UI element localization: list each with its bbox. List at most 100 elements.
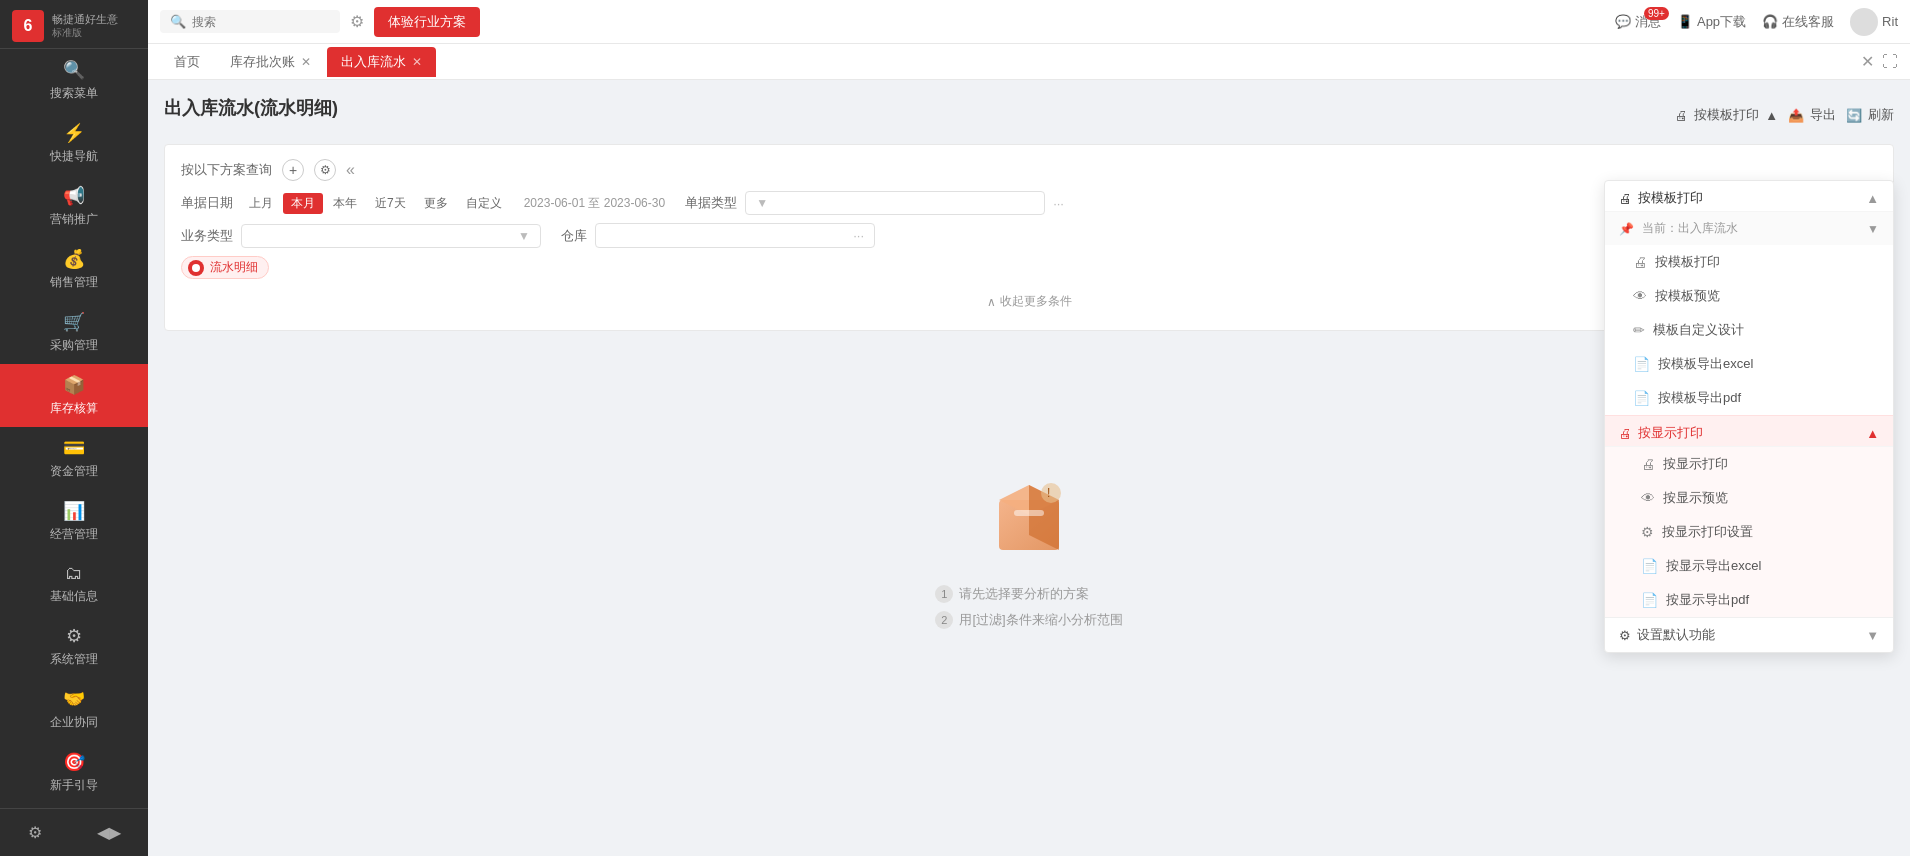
dropdown-template-export-pdf[interactable]: 📄 按模板导出pdf (1605, 381, 1893, 415)
tab-batch[interactable]: 库存批次账 ✕ (216, 47, 325, 77)
sidebar-item-sales[interactable]: 💰 销售管理 (0, 238, 148, 301)
business-type-select[interactable]: ▼ (241, 224, 541, 248)
dropdown-display-export-excel[interactable]: 📄 按显示导出excel (1605, 549, 1893, 583)
sidebar-item-basic[interactable]: 🗂 基础信息 (0, 553, 148, 615)
template-export-excel-label: 按模板导出excel (1658, 355, 1753, 373)
date-tab-more[interactable]: 更多 (416, 193, 456, 214)
tab-batch-close-icon[interactable]: ✕ (301, 55, 311, 69)
search-icon: 🔍 (63, 59, 85, 81)
template-custom-label: 模板自定义设计 (1653, 321, 1744, 339)
topbar-search-box[interactable]: 🔍 (160, 10, 340, 33)
sidebar-item-operation[interactable]: 📊 经营管理 (0, 490, 148, 553)
online-service-label: 在线客服 (1782, 13, 1834, 31)
filter-add-button[interactable]: + (282, 159, 304, 181)
date-tab-custom[interactable]: 自定义 (458, 193, 510, 214)
template-excel-icon: 📄 (1633, 356, 1650, 372)
tab-actions: ✕ ⛶ (1861, 52, 1898, 71)
tab-maximize-button[interactable]: ⛶ (1882, 52, 1898, 71)
sidebar-item-purchase[interactable]: 🛒 采购管理 (0, 301, 148, 364)
sidebar-item-inventory[interactable]: 📦 库存核算 (0, 364, 148, 427)
empty-state-illustration: ! (979, 465, 1079, 565)
guide-icon: 🎯 (63, 751, 85, 773)
template-pdf-icon: 📄 (1633, 390, 1650, 406)
display-section-arrow[interactable]: ▲ (1866, 426, 1879, 441)
condition-tag-liushui[interactable]: 流水明细 (181, 256, 269, 279)
dropdown-display-export-pdf[interactable]: 📄 按显示导出pdf (1605, 583, 1893, 617)
display-section-title: 🖨 按显示打印 (1619, 424, 1703, 442)
date-tab-current-year[interactable]: 本年 (325, 193, 365, 214)
dropdown-footer[interactable]: ⚙ 设置默认功能 ▼ (1605, 617, 1893, 652)
filter-label: 按以下方案查询 (181, 161, 272, 179)
sidebar-item-finance[interactable]: 💳 资金管理 (0, 427, 148, 490)
user-avatar-button[interactable]: Rit (1850, 8, 1898, 36)
doc-type-select[interactable]: ▼ (745, 191, 1045, 215)
warehouse-more-icon[interactable]: ··· (853, 228, 864, 243)
current-label: 当前：出入库流水 (1642, 220, 1738, 237)
sidebar-item-marketing-label: 营销推广 (50, 211, 98, 228)
industry-solution-button[interactable]: 体验行业方案 (374, 7, 480, 37)
system-icon: ⚙ (66, 625, 82, 647)
sidebar-item-shortcut[interactable]: ⚡ 快捷导航 (0, 112, 148, 175)
tab-home[interactable]: 首页 (160, 47, 214, 77)
doctype-more-icon[interactable]: ··· (1053, 196, 1064, 211)
dropdown-display-print-settings[interactable]: ⚙ 按显示打印设置 (1605, 515, 1893, 549)
current-icon: 📌 (1619, 222, 1634, 236)
topbar-gear-icon[interactable]: ⚙ (350, 12, 364, 31)
export-button[interactable]: 📤 导出 (1788, 106, 1836, 124)
sidebar-item-enterprise-label: 企业协同 (50, 714, 98, 731)
warehouse-label: 仓库 (561, 227, 587, 245)
date-tab-current-month[interactable]: 本月 (283, 193, 323, 214)
sidebar-item-marketing[interactable]: 📢 营销推广 (0, 175, 148, 238)
date-tab-last-month[interactable]: 上月 (241, 193, 281, 214)
svg-point-5 (1041, 483, 1061, 503)
message-badge: 99+ (1644, 7, 1669, 20)
dropdown-template-export-excel[interactable]: 📄 按模板导出excel (1605, 347, 1893, 381)
dropdown-display-preview[interactable]: 👁 按显示预览 (1605, 481, 1893, 515)
tab-flow-close-icon[interactable]: ✕ (412, 55, 422, 69)
sidebar-item-search[interactable]: 🔍 搜索菜单 (0, 49, 148, 112)
dropdown-template-custom[interactable]: ✏ 模板自定义设计 (1605, 313, 1893, 347)
headset-icon: 🎧 (1762, 14, 1778, 29)
dropdown-header-arrow[interactable]: ▲ (1866, 191, 1879, 206)
sidebar-item-inventory-label: 库存核算 (50, 400, 98, 417)
dropdown-display-print[interactable]: 🖨 按显示打印 (1605, 447, 1893, 481)
doctype-label: 单据类型 (685, 194, 737, 212)
main-area: 🔍 ⚙ 体验行业方案 💬 消息 99+ 📱 App下载 🎧 在线客服 (148, 0, 1910, 856)
app-download-button[interactable]: 📱 App下载 (1677, 13, 1746, 31)
print-dropdown-panel: 🖨 按模板打印 ▲ 📌 当前：出入库流水 ▼ 🖨 按模板打印 � (1604, 180, 1894, 653)
template-preview-icon: 👁 (1633, 288, 1647, 304)
footer-gear-icon: ⚙ (1619, 628, 1631, 643)
footer-label: ⚙ 设置默认功能 (1619, 626, 1715, 644)
filter-collapse-icon[interactable]: « (346, 161, 355, 179)
template-export-pdf-label: 按模板导出pdf (1658, 389, 1741, 407)
tab-home-label: 首页 (174, 53, 200, 71)
search-input[interactable] (192, 15, 292, 29)
dropdown-template-preview[interactable]: 👁 按模板预览 (1605, 279, 1893, 313)
sidebar-settings-btn[interactable]: ⚙ (20, 819, 50, 846)
svg-text:!: ! (1047, 486, 1050, 500)
sidebar-item-guide[interactable]: 🎯 新手引导 (0, 741, 148, 804)
dropdown-current[interactable]: 📌 当前：出入库流水 ▼ (1605, 212, 1893, 245)
template-preview-label: 按模板预览 (1655, 287, 1720, 305)
operation-icon: 📊 (63, 500, 85, 522)
date-tab-last7days[interactable]: 近7天 (367, 193, 414, 214)
collapse-button[interactable]: ∧ 收起更多条件 (987, 293, 1072, 310)
refresh-button[interactable]: 🔄 刷新 (1846, 106, 1894, 124)
sidebar-item-enterprise[interactable]: 🤝 企业协同 (0, 678, 148, 741)
warehouse-select[interactable]: ··· (595, 223, 875, 248)
filter-gear-button[interactable]: ⚙ (314, 159, 336, 181)
tab-close-all-button[interactable]: ✕ (1861, 52, 1874, 71)
message-button[interactable]: 💬 消息 99+ (1615, 13, 1661, 31)
tab-flow[interactable]: 出入库流水 ✕ (327, 47, 436, 77)
template-print-dropdown-trigger[interactable]: 🖨 按模板打印 ▲ (1675, 106, 1778, 124)
sidebar-item-system[interactable]: ⚙ 系统管理 (0, 615, 148, 678)
date-range-display: 2023-06-01 至 2023-06-30 (524, 195, 665, 212)
sales-icon: 💰 (63, 248, 85, 270)
dropdown-template-print[interactable]: 🖨 按模板打印 (1605, 245, 1893, 279)
page-content: 出入库流水(流水明细) 🖨 按模板打印 ▲ 📤 导出 🔄 刷新 (148, 80, 1910, 856)
sidebar-item-purchase-label: 采购管理 (50, 337, 98, 354)
sidebar-collapse-btn[interactable]: ◀▶ (89, 819, 129, 846)
display-export-pdf-label: 按显示导出pdf (1666, 591, 1749, 609)
condition-tag-icon (188, 260, 204, 276)
online-service-button[interactable]: 🎧 在线客服 (1762, 13, 1834, 31)
